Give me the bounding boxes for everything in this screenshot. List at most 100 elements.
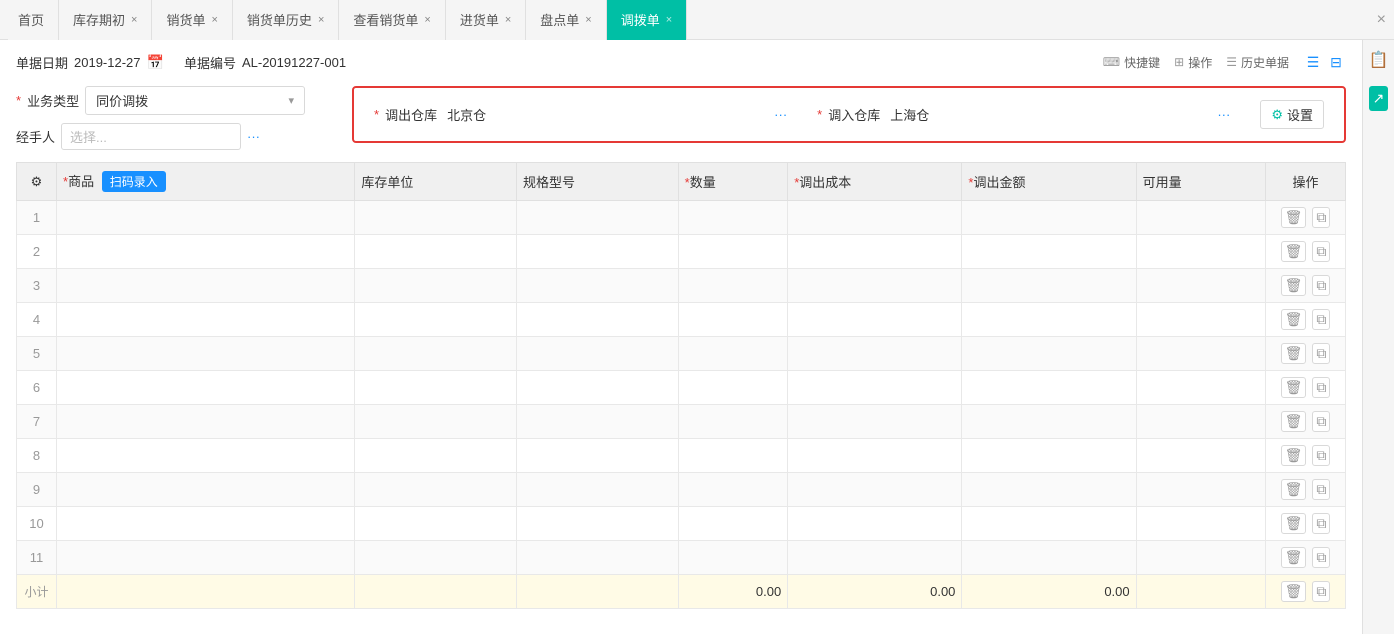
row-cost-6[interactable] xyxy=(788,371,962,405)
row-unit-5[interactable] xyxy=(355,337,517,371)
layout-list-btn[interactable]: ☰ xyxy=(1303,52,1323,72)
row-unit-11[interactable] xyxy=(355,541,517,575)
row-spec-6[interactable] xyxy=(516,371,678,405)
copy-icon-10[interactable]: ⧉ xyxy=(1312,513,1330,534)
calendar-icon[interactable]: 📅 xyxy=(147,54,164,71)
row-qty-8[interactable] xyxy=(678,439,788,473)
row-qty-10[interactable] xyxy=(678,507,788,541)
copy-icon-11[interactable]: ⧉ xyxy=(1312,547,1330,568)
in-warehouse-ellipsis[interactable]: ··· xyxy=(1217,107,1230,122)
row-amount-5[interactable] xyxy=(962,337,1136,371)
row-amount-8[interactable] xyxy=(962,439,1136,473)
row-qty-2[interactable] xyxy=(678,235,788,269)
row-product-8[interactable] xyxy=(57,439,355,473)
tab-sales-history[interactable]: 销货单历史 × xyxy=(233,0,339,40)
settings-button[interactable]: ⚙ 设置 xyxy=(1260,100,1324,129)
copy-icon-8[interactable]: ⧉ xyxy=(1312,445,1330,466)
row-available-4[interactable] xyxy=(1136,303,1265,337)
row-cost-11[interactable] xyxy=(788,541,962,575)
row-cost-7[interactable] xyxy=(788,405,962,439)
row-unit-10[interactable] xyxy=(355,507,517,541)
row-cost-9[interactable] xyxy=(788,473,962,507)
row-available-5[interactable] xyxy=(1136,337,1265,371)
copy-icon-1[interactable]: ⧉ xyxy=(1312,207,1330,228)
sidebar-doc-icon[interactable]: 📋 xyxy=(1369,50,1389,70)
layout-grid-btn[interactable]: ⊟ xyxy=(1326,52,1346,72)
row-qty-4[interactable] xyxy=(678,303,788,337)
row-cost-1[interactable] xyxy=(788,201,962,235)
handler-ellipsis-btn[interactable]: ··· xyxy=(247,129,260,144)
row-available-10[interactable] xyxy=(1136,507,1265,541)
delete-icon-2[interactable]: 🗑 xyxy=(1281,241,1307,262)
delete-icon-7[interactable]: 🗑 xyxy=(1281,411,1307,432)
row-amount-1[interactable] xyxy=(962,201,1136,235)
row-spec-4[interactable] xyxy=(516,303,678,337)
tab-sales-order-close[interactable]: × xyxy=(211,14,217,26)
row-qty-5[interactable] xyxy=(678,337,788,371)
row-amount-3[interactable] xyxy=(962,269,1136,303)
tab-transfer-close[interactable]: × xyxy=(666,14,672,26)
operations-btn[interactable]: ⊞ 操作 xyxy=(1174,54,1212,71)
tab-inventory-init[interactable]: 库存期初 × xyxy=(59,0,152,40)
delete-icon-8[interactable]: 🗑 xyxy=(1281,445,1307,466)
row-product-1[interactable] xyxy=(57,201,355,235)
col-gear[interactable]: ⚙ xyxy=(17,163,57,201)
tab-stocktake[interactable]: 盘点单 × xyxy=(526,0,606,40)
row-unit-1[interactable] xyxy=(355,201,517,235)
row-cost-5[interactable] xyxy=(788,337,962,371)
row-spec-9[interactable] xyxy=(516,473,678,507)
row-product-10[interactable] xyxy=(57,507,355,541)
row-cost-2[interactable] xyxy=(788,235,962,269)
tab-stocktake-close[interactable]: × xyxy=(585,14,591,26)
row-product-3[interactable] xyxy=(57,269,355,303)
tab-transfer[interactable]: 调拨单 × xyxy=(607,0,687,40)
row-qty-7[interactable] xyxy=(678,405,788,439)
delete-icon-5[interactable]: 🗑 xyxy=(1281,343,1307,364)
row-qty-11[interactable] xyxy=(678,541,788,575)
delete-icon-9[interactable]: 🗑 xyxy=(1281,479,1307,500)
row-spec-11[interactable] xyxy=(516,541,678,575)
row-amount-9[interactable] xyxy=(962,473,1136,507)
window-close-button[interactable]: × xyxy=(1377,11,1386,29)
row-available-9[interactable] xyxy=(1136,473,1265,507)
delete-icon-1[interactable]: 🗑 xyxy=(1281,207,1307,228)
row-available-7[interactable] xyxy=(1136,405,1265,439)
row-product-9[interactable] xyxy=(57,473,355,507)
tab-purchase[interactable]: 进货单 × xyxy=(446,0,526,40)
row-amount-10[interactable] xyxy=(962,507,1136,541)
row-spec-2[interactable] xyxy=(516,235,678,269)
row-available-6[interactable] xyxy=(1136,371,1265,405)
shortcuts-btn[interactable]: ⌨ 快捷键 xyxy=(1103,54,1160,71)
copy-icon-3[interactable]: ⧉ xyxy=(1312,275,1330,296)
subtotal-copy-icon[interactable]: ⧉ xyxy=(1312,581,1330,602)
row-product-11[interactable] xyxy=(57,541,355,575)
row-cost-3[interactable] xyxy=(788,269,962,303)
row-qty-6[interactable] xyxy=(678,371,788,405)
tab-sales-history-close[interactable]: × xyxy=(318,14,324,26)
copy-icon-5[interactable]: ⧉ xyxy=(1312,343,1330,364)
copy-icon-4[interactable]: ⧉ xyxy=(1312,309,1330,330)
delete-icon-3[interactable]: 🗑 xyxy=(1281,275,1307,296)
tab-inventory-init-close[interactable]: × xyxy=(131,14,137,26)
row-unit-7[interactable] xyxy=(355,405,517,439)
copy-icon-6[interactable]: ⧉ xyxy=(1312,377,1330,398)
row-unit-3[interactable] xyxy=(355,269,517,303)
row-available-3[interactable] xyxy=(1136,269,1265,303)
row-spec-7[interactable] xyxy=(516,405,678,439)
row-amount-6[interactable] xyxy=(962,371,1136,405)
row-unit-9[interactable] xyxy=(355,473,517,507)
delete-icon-6[interactable]: 🗑 xyxy=(1281,377,1307,398)
copy-icon-7[interactable]: ⧉ xyxy=(1312,411,1330,432)
delete-icon-10[interactable]: 🗑 xyxy=(1281,513,1307,534)
row-spec-3[interactable] xyxy=(516,269,678,303)
history-btn[interactable]: ☰ 历史单据 xyxy=(1226,54,1289,71)
row-available-2[interactable] xyxy=(1136,235,1265,269)
delete-icon-11[interactable]: 🗑 xyxy=(1281,547,1307,568)
row-spec-5[interactable] xyxy=(516,337,678,371)
handler-select[interactable]: 选择... xyxy=(61,123,241,150)
tab-view-sales-close[interactable]: × xyxy=(424,14,430,26)
copy-icon-9[interactable]: ⧉ xyxy=(1312,479,1330,500)
row-spec-1[interactable] xyxy=(516,201,678,235)
tab-purchase-close[interactable]: × xyxy=(505,14,511,26)
delete-icon-4[interactable]: 🗑 xyxy=(1281,309,1307,330)
